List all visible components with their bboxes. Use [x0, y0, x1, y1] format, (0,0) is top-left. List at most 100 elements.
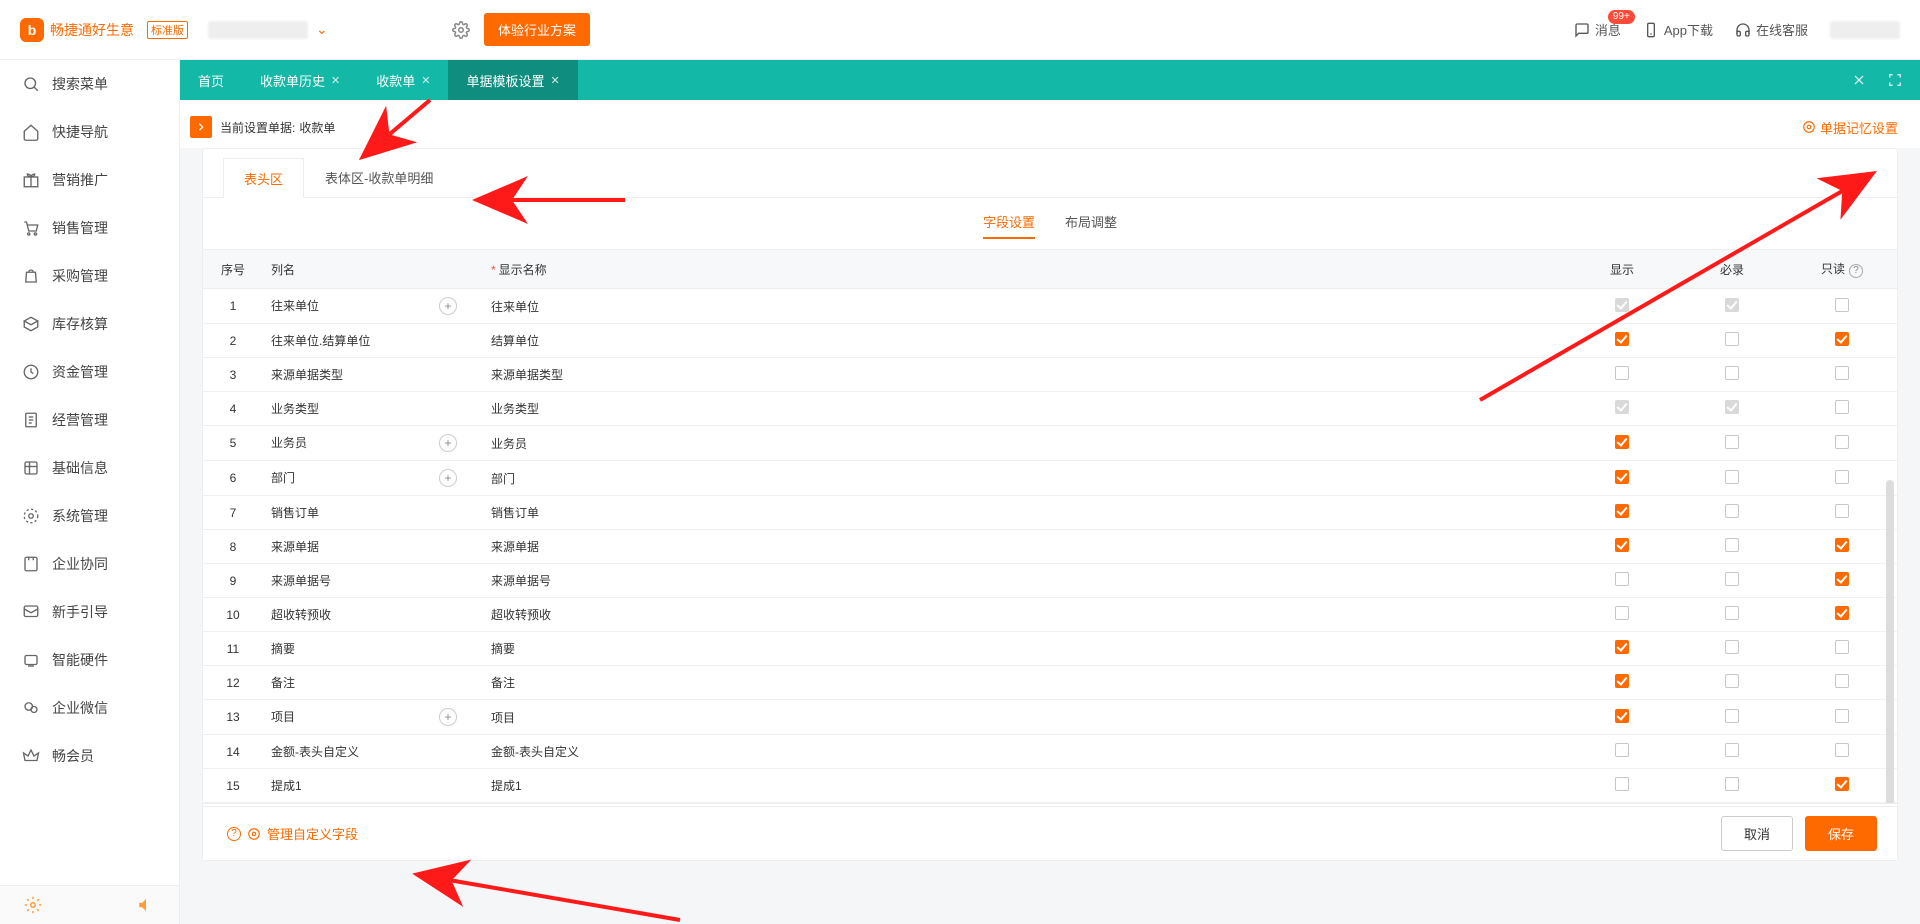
cell-display[interactable]: 来源单据类型: [483, 358, 1567, 392]
close-icon[interactable]: ✕: [551, 74, 560, 87]
cancel-button[interactable]: 取消: [1721, 816, 1793, 851]
checkbox[interactable]: [1615, 777, 1629, 791]
cell-display[interactable]: 来源单据: [483, 530, 1567, 564]
checkbox[interactable]: [1725, 366, 1739, 380]
gear-icon[interactable]: [452, 21, 470, 39]
manage-custom-fields-link[interactable]: ? 管理自定义字段: [223, 824, 358, 843]
checkbox[interactable]: [1615, 606, 1629, 620]
checkbox[interactable]: [1615, 435, 1629, 449]
checkbox[interactable]: [1835, 674, 1849, 688]
checkbox[interactable]: [1835, 298, 1849, 312]
checkbox[interactable]: [1835, 504, 1849, 518]
add-icon[interactable]: +: [439, 434, 457, 452]
cell-display[interactable]: 结算单位: [483, 324, 1567, 358]
checkbox[interactable]: [1615, 674, 1629, 688]
checkbox[interactable]: [1835, 606, 1849, 620]
tab-收款单历史[interactable]: 收款单历史✕: [242, 60, 358, 100]
fullscreen-button[interactable]: [1882, 67, 1908, 93]
cell-display[interactable]: 往来单位: [483, 289, 1567, 324]
sidebar-item-db[interactable]: 基础信息: [0, 444, 179, 492]
checkbox[interactable]: [1725, 674, 1739, 688]
checkbox[interactable]: [1835, 400, 1849, 414]
help-icon[interactable]: ?: [1849, 264, 1863, 278]
save-button[interactable]: 保存: [1805, 816, 1877, 851]
sidebar-item-wx[interactable]: 企业微信: [0, 684, 179, 732]
checkbox[interactable]: [1725, 435, 1739, 449]
sidebar-item-bag[interactable]: 采购管理: [0, 252, 179, 300]
checkbox[interactable]: [1725, 470, 1739, 484]
checkbox[interactable]: [1725, 332, 1739, 346]
checkbox[interactable]: [1725, 606, 1739, 620]
mode-tab[interactable]: 字段设置: [983, 212, 1035, 239]
mode-tab[interactable]: 布局调整: [1065, 212, 1117, 239]
checkbox[interactable]: [1725, 572, 1739, 586]
cell-display[interactable]: 销售订单: [483, 496, 1567, 530]
checkbox[interactable]: [1835, 332, 1849, 346]
sidebar-item-guide[interactable]: 新手引导: [0, 588, 179, 636]
cell-display[interactable]: 业务类型: [483, 392, 1567, 426]
add-icon[interactable]: +: [439, 708, 457, 726]
checkbox[interactable]: [1835, 538, 1849, 552]
checkbox[interactable]: [1615, 332, 1629, 346]
checkbox[interactable]: [1725, 709, 1739, 723]
checkbox[interactable]: [1835, 572, 1849, 586]
cell-display[interactable]: 项目: [483, 700, 1567, 735]
cell-display[interactable]: 摘要: [483, 632, 1567, 666]
sidebar-item-sys[interactable]: 系统管理: [0, 492, 179, 540]
scrollbar[interactable]: [1886, 480, 1894, 804]
tab-首页[interactable]: 首页: [180, 60, 242, 100]
messages-link[interactable]: 消息 99+: [1574, 20, 1621, 39]
region-tab[interactable]: 表体区-收款单明细: [304, 157, 454, 197]
collapse-toggle[interactable]: [190, 116, 212, 138]
checkbox[interactable]: [1835, 709, 1849, 723]
checkbox[interactable]: [1615, 504, 1629, 518]
sidebar-item-wallet[interactable]: 资金管理: [0, 348, 179, 396]
app-download-link[interactable]: App下载: [1643, 20, 1713, 39]
checkbox[interactable]: [1615, 572, 1629, 586]
region-tab[interactable]: 表头区: [223, 158, 304, 198]
checkbox[interactable]: [1835, 366, 1849, 380]
cell-display[interactable]: 超收转预收: [483, 598, 1567, 632]
sidebar-item-box[interactable]: 库存核算: [0, 300, 179, 348]
add-icon[interactable]: +: [439, 469, 457, 487]
checkbox[interactable]: [1725, 640, 1739, 654]
settings-icon[interactable]: [24, 896, 42, 914]
cell-display[interactable]: 提成1: [483, 769, 1567, 803]
org-selector[interactable]: ⌄: [208, 21, 438, 39]
checkbox[interactable]: [1725, 743, 1739, 757]
sidebar-item-cart[interactable]: 销售管理: [0, 204, 179, 252]
memory-settings-link[interactable]: 单据记忆设置: [1802, 118, 1898, 137]
close-icon[interactable]: ✕: [421, 74, 430, 87]
checkbox[interactable]: [1615, 470, 1629, 484]
cell-display[interactable]: 业务员: [483, 426, 1567, 461]
checkbox[interactable]: [1835, 640, 1849, 654]
sidebar-item-home[interactable]: 快捷导航: [0, 108, 179, 156]
checkbox[interactable]: [1835, 743, 1849, 757]
sidebar-item-vip[interactable]: 畅会员: [0, 732, 179, 780]
checkbox[interactable]: [1725, 777, 1739, 791]
checkbox[interactable]: [1835, 470, 1849, 484]
close-icon[interactable]: ✕: [331, 74, 340, 87]
sidebar-item-doc[interactable]: 经营管理: [0, 396, 179, 444]
checkbox[interactable]: [1835, 777, 1849, 791]
checkbox[interactable]: [1835, 435, 1849, 449]
cell-display[interactable]: 部门: [483, 461, 1567, 496]
user-avatar-blurred[interactable]: [1830, 21, 1900, 39]
checkbox[interactable]: [1615, 640, 1629, 654]
tab-收款单[interactable]: 收款单✕: [358, 60, 448, 100]
checkbox[interactable]: [1725, 504, 1739, 518]
checkbox[interactable]: [1615, 743, 1629, 757]
experience-button[interactable]: 体验行业方案: [484, 13, 590, 46]
customer-service-link[interactable]: 在线客服: [1735, 20, 1808, 39]
sidebar-item-hw[interactable]: 智能硬件: [0, 636, 179, 684]
add-icon[interactable]: +: [439, 297, 457, 315]
checkbox[interactable]: [1615, 709, 1629, 723]
sidebar-item-team[interactable]: 企业协同: [0, 540, 179, 588]
checkbox[interactable]: [1725, 538, 1739, 552]
cell-display[interactable]: 来源单据号: [483, 564, 1567, 598]
sidebar-item-gift[interactable]: 营销推广: [0, 156, 179, 204]
tab-单据模板设置[interactable]: 单据模板设置✕: [448, 60, 577, 100]
close-all-button[interactable]: [1846, 67, 1872, 93]
checkbox[interactable]: [1615, 366, 1629, 380]
sound-icon[interactable]: [137, 896, 155, 914]
